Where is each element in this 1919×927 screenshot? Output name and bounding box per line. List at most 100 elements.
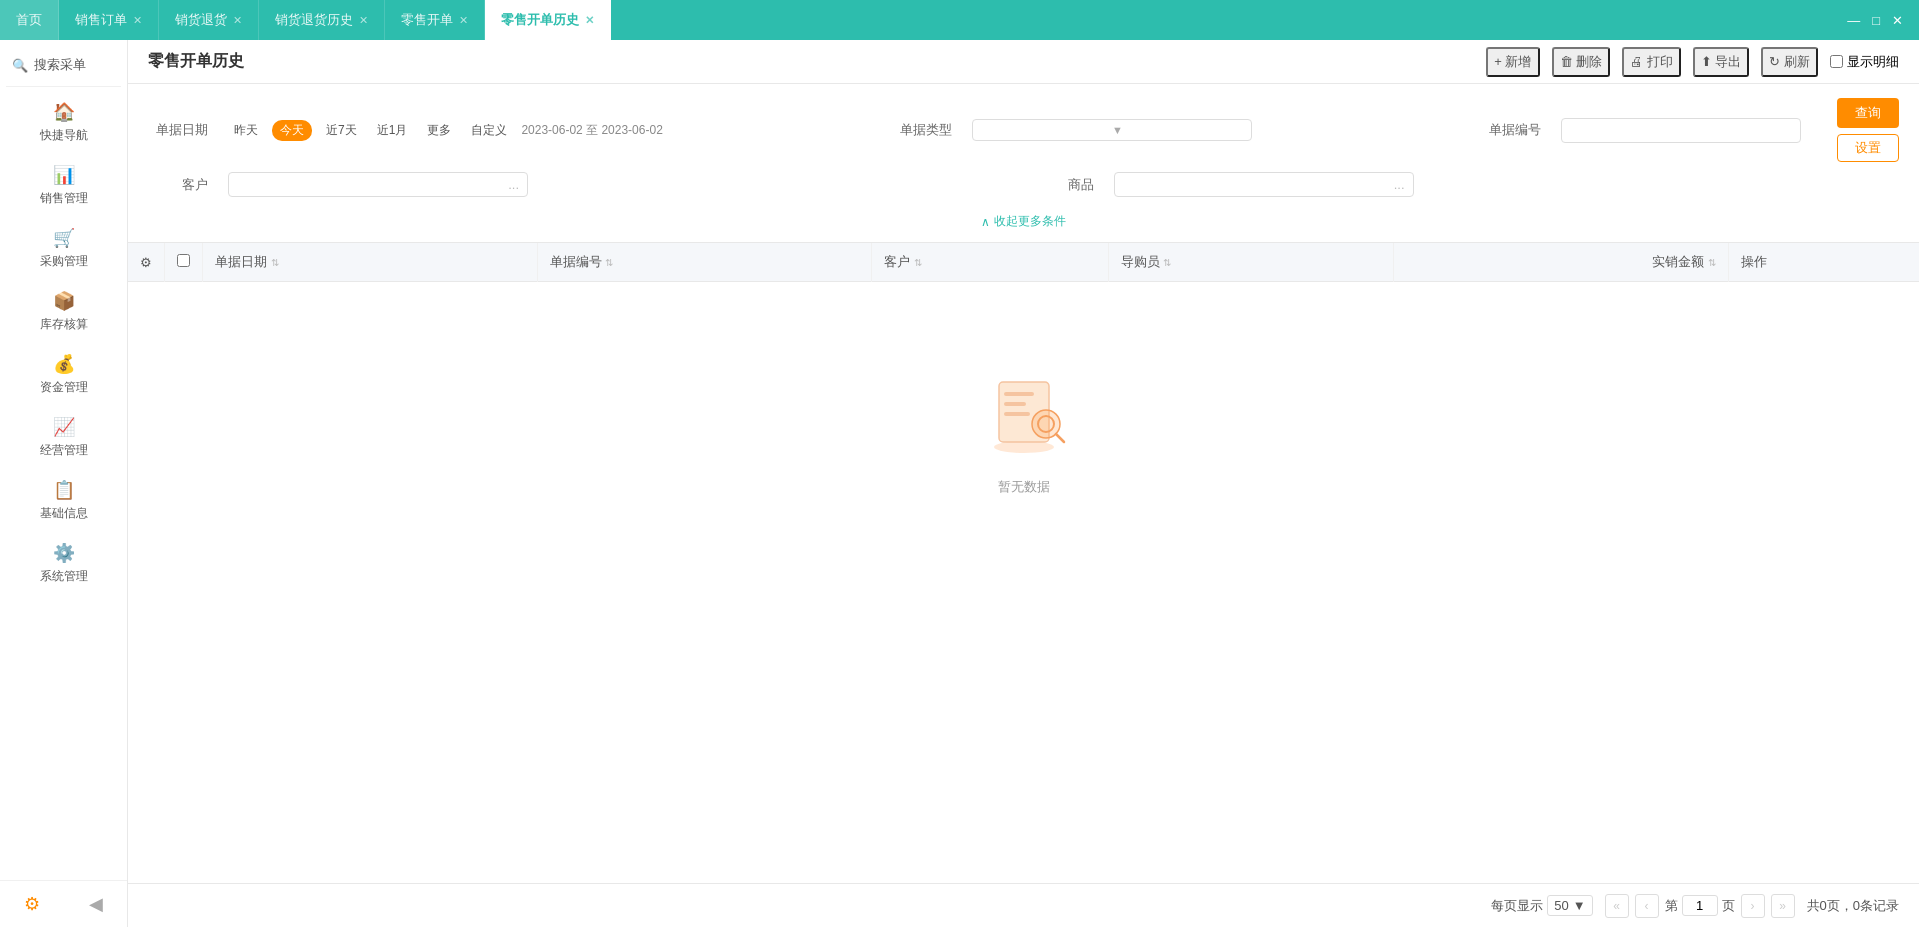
th-salesperson: 导购员 ⇅ bbox=[1108, 243, 1394, 282]
tab-retail-open-history[interactable]: 零售开单历史 ✕ bbox=[485, 0, 611, 40]
sidebar-icon-sales-mgmt: 📊 bbox=[53, 164, 75, 186]
collapse-bar[interactable]: ∧ 收起更多条件 bbox=[148, 207, 1899, 236]
collapse-btn[interactable]: ∧ 收起更多条件 bbox=[981, 213, 1066, 230]
refresh-button[interactable]: ↻ 刷新 bbox=[1761, 47, 1818, 77]
sidebar-label-system: 系统管理 bbox=[40, 568, 88, 585]
settings-button[interactable]: 设置 bbox=[1837, 134, 1899, 162]
minimize-btn[interactable]: — bbox=[1847, 13, 1860, 28]
sidebar-item-system[interactable]: ⚙️ 系统管理 bbox=[40, 532, 88, 595]
date-btn-自定义[interactable]: 自定义 bbox=[465, 120, 513, 141]
sidebar-item-quick-nav[interactable]: 🏠 快捷导航 bbox=[40, 91, 88, 154]
th-amount-label: 实销金额 bbox=[1652, 254, 1704, 269]
date-btn-近7天[interactable]: 近7天 bbox=[320, 120, 363, 141]
page-header: 零售开单历史 + 新增 🗑 删除 🖨 打印 ⬆ 导出 ↻ 刷新 显示明细 bbox=[128, 40, 1919, 84]
doc-type-chevron: ▼ bbox=[1112, 124, 1241, 136]
select-all-checkbox[interactable] bbox=[177, 254, 190, 267]
sidebar-item-sales-mgmt[interactable]: 📊 销售管理 bbox=[40, 154, 88, 217]
tab-sales-return-history[interactable]: 销货退货历史 ✕ bbox=[259, 0, 385, 40]
tab-sales-order[interactable]: 销售订单 ✕ bbox=[59, 0, 159, 40]
toolbar: + 新增 🗑 删除 🖨 打印 ⬆ 导出 ↻ 刷新 显示明细 bbox=[1486, 47, 1899, 77]
first-page-icon: « bbox=[1613, 899, 1620, 913]
page-label: 第 bbox=[1665, 897, 1678, 915]
close-btn[interactable]: ✕ bbox=[1892, 13, 1903, 28]
doc-no-input[interactable] bbox=[1570, 123, 1792, 138]
date-btn-今天[interactable]: 今天 bbox=[272, 120, 312, 141]
prev-page-icon: ‹ bbox=[1645, 899, 1649, 913]
th-customer-sort[interactable]: ⇅ bbox=[914, 257, 922, 268]
prev-page-btn[interactable]: ‹ bbox=[1635, 894, 1659, 918]
th-date-sort[interactable]: ⇅ bbox=[271, 257, 279, 268]
next-page-btn[interactable]: › bbox=[1741, 894, 1765, 918]
column-settings-icon[interactable]: ⚙ bbox=[140, 255, 152, 270]
date-range-text: 2023-06-02 至 2023-06-02 bbox=[521, 122, 662, 139]
sidebar-item-operations[interactable]: 📈 经营管理 bbox=[40, 406, 88, 469]
tab-label-retail-open-history: 零售开单历史 bbox=[501, 11, 579, 29]
th-settings: ⚙ bbox=[128, 243, 165, 282]
product-input[interactable] bbox=[1123, 177, 1394, 192]
maximize-btn[interactable]: □ bbox=[1872, 13, 1880, 28]
tab-label-sales-return-history: 销货退货历史 bbox=[275, 11, 353, 29]
tab-close-sales-return[interactable]: ✕ bbox=[233, 14, 242, 27]
date-btn-更多[interactable]: 更多 bbox=[421, 120, 457, 141]
tab-close-retail-open-history[interactable]: ✕ bbox=[585, 14, 594, 27]
th-no-sort[interactable]: ⇅ bbox=[605, 257, 613, 268]
sidebar-collapse-icon[interactable]: ◀ bbox=[89, 893, 103, 915]
sidebar-label-basic-info: 基础信息 bbox=[40, 505, 88, 522]
show-detail-checkbox[interactable] bbox=[1830, 55, 1843, 68]
doc-no-input-wrap[interactable] bbox=[1561, 118, 1801, 143]
customer-input-wrap[interactable]: ... bbox=[228, 172, 528, 197]
customer-input[interactable] bbox=[237, 177, 508, 192]
sidebar-label-finance: 资金管理 bbox=[40, 379, 88, 396]
tab-close-sales-order[interactable]: ✕ bbox=[133, 14, 142, 27]
filter-row-2: 客户 ... 商品 ... bbox=[148, 172, 1899, 197]
delete-button[interactable]: 🗑 删除 bbox=[1552, 47, 1611, 77]
date-filter-buttons: 昨天今天近7天近1月更多自定义 2023-06-02 至 2023-06-02 bbox=[228, 120, 663, 141]
tab-retail-open[interactable]: 零售开单 ✕ bbox=[385, 0, 485, 40]
product-input-wrap[interactable]: ... bbox=[1114, 172, 1414, 197]
page-number-input[interactable] bbox=[1682, 895, 1718, 916]
tab-close-sales-return-history[interactable]: ✕ bbox=[359, 14, 368, 27]
sidebar-settings-icon[interactable]: ⚙ bbox=[24, 893, 40, 915]
collapse-up-icon: ∧ bbox=[981, 215, 990, 229]
th-amount-sort[interactable]: ⇅ bbox=[1708, 257, 1716, 268]
collapse-label: 收起更多条件 bbox=[994, 213, 1066, 230]
sidebar-search[interactable]: 🔍 搜索采单 bbox=[0, 48, 127, 82]
export-button[interactable]: ⬆ 导出 bbox=[1693, 47, 1750, 77]
sidebar-label-operations: 经营管理 bbox=[40, 442, 88, 459]
pagination-bar: 每页显示 50 ▼ « ‹ 第 页 › bbox=[128, 883, 1919, 927]
last-page-btn[interactable]: » bbox=[1771, 894, 1795, 918]
last-page-icon: » bbox=[1779, 899, 1786, 913]
empty-icon bbox=[974, 362, 1074, 462]
page-nav: « ‹ 第 页 › » bbox=[1605, 894, 1795, 918]
page-title: 零售开单历史 bbox=[148, 51, 244, 72]
sidebar-item-inventory[interactable]: 📦 库存核算 bbox=[40, 280, 88, 343]
page-size-dropdown[interactable]: 50 ▼ bbox=[1547, 895, 1592, 916]
filter-row-1: 单据日期 昨天今天近7天近1月更多自定义2023-06-02 至 2023-06… bbox=[148, 98, 1899, 162]
page-size-select: 每页显示 50 ▼ bbox=[1491, 895, 1592, 916]
content-area: 零售开单历史 + 新增 🗑 删除 🖨 打印 ⬆ 导出 ↻ 刷新 显示明细 单据日… bbox=[128, 40, 1919, 927]
print-button[interactable]: 🖨 打印 bbox=[1622, 47, 1681, 77]
tab-label-sales-order: 销售订单 bbox=[75, 11, 127, 29]
add-button[interactable]: + 新增 bbox=[1486, 47, 1539, 77]
sidebar-item-basic-info[interactable]: 📋 基础信息 bbox=[40, 469, 88, 532]
sidebar-icon-operations: 📈 bbox=[53, 416, 75, 438]
th-salesperson-sort[interactable]: ⇅ bbox=[1163, 257, 1171, 268]
tab-home[interactable]: 首页 bbox=[0, 0, 59, 40]
table-wrap: ⚙ 单据日期 ⇅ 单据编号 ⇅ bbox=[128, 243, 1919, 883]
doc-type-label: 单据类型 bbox=[892, 121, 952, 139]
date-btn-近1月[interactable]: 近1月 bbox=[371, 120, 414, 141]
query-button[interactable]: 查询 bbox=[1837, 98, 1899, 128]
empty-row: 暂无数据 bbox=[128, 282, 1919, 577]
sidebar-item-purchase-mgmt[interactable]: 🛒 采购管理 bbox=[40, 217, 88, 280]
first-page-btn[interactable]: « bbox=[1605, 894, 1629, 918]
tab-close-retail-open[interactable]: ✕ bbox=[459, 14, 468, 27]
show-detail-label[interactable]: 显示明细 bbox=[1830, 53, 1899, 71]
sidebar-item-finance[interactable]: 💰 资金管理 bbox=[40, 343, 88, 406]
empty-text: 暂无数据 bbox=[998, 478, 1050, 496]
doc-type-dropdown[interactable]: ▼ bbox=[972, 119, 1252, 141]
total-info: 共0页，0条记录 bbox=[1807, 897, 1899, 915]
date-btn-昨天[interactable]: 昨天 bbox=[228, 120, 264, 141]
tab-sales-return[interactable]: 销货退货✕ bbox=[159, 0, 259, 40]
tab-label-retail-open: 零售开单 bbox=[401, 11, 453, 29]
search-icon: 🔍 bbox=[12, 58, 28, 73]
